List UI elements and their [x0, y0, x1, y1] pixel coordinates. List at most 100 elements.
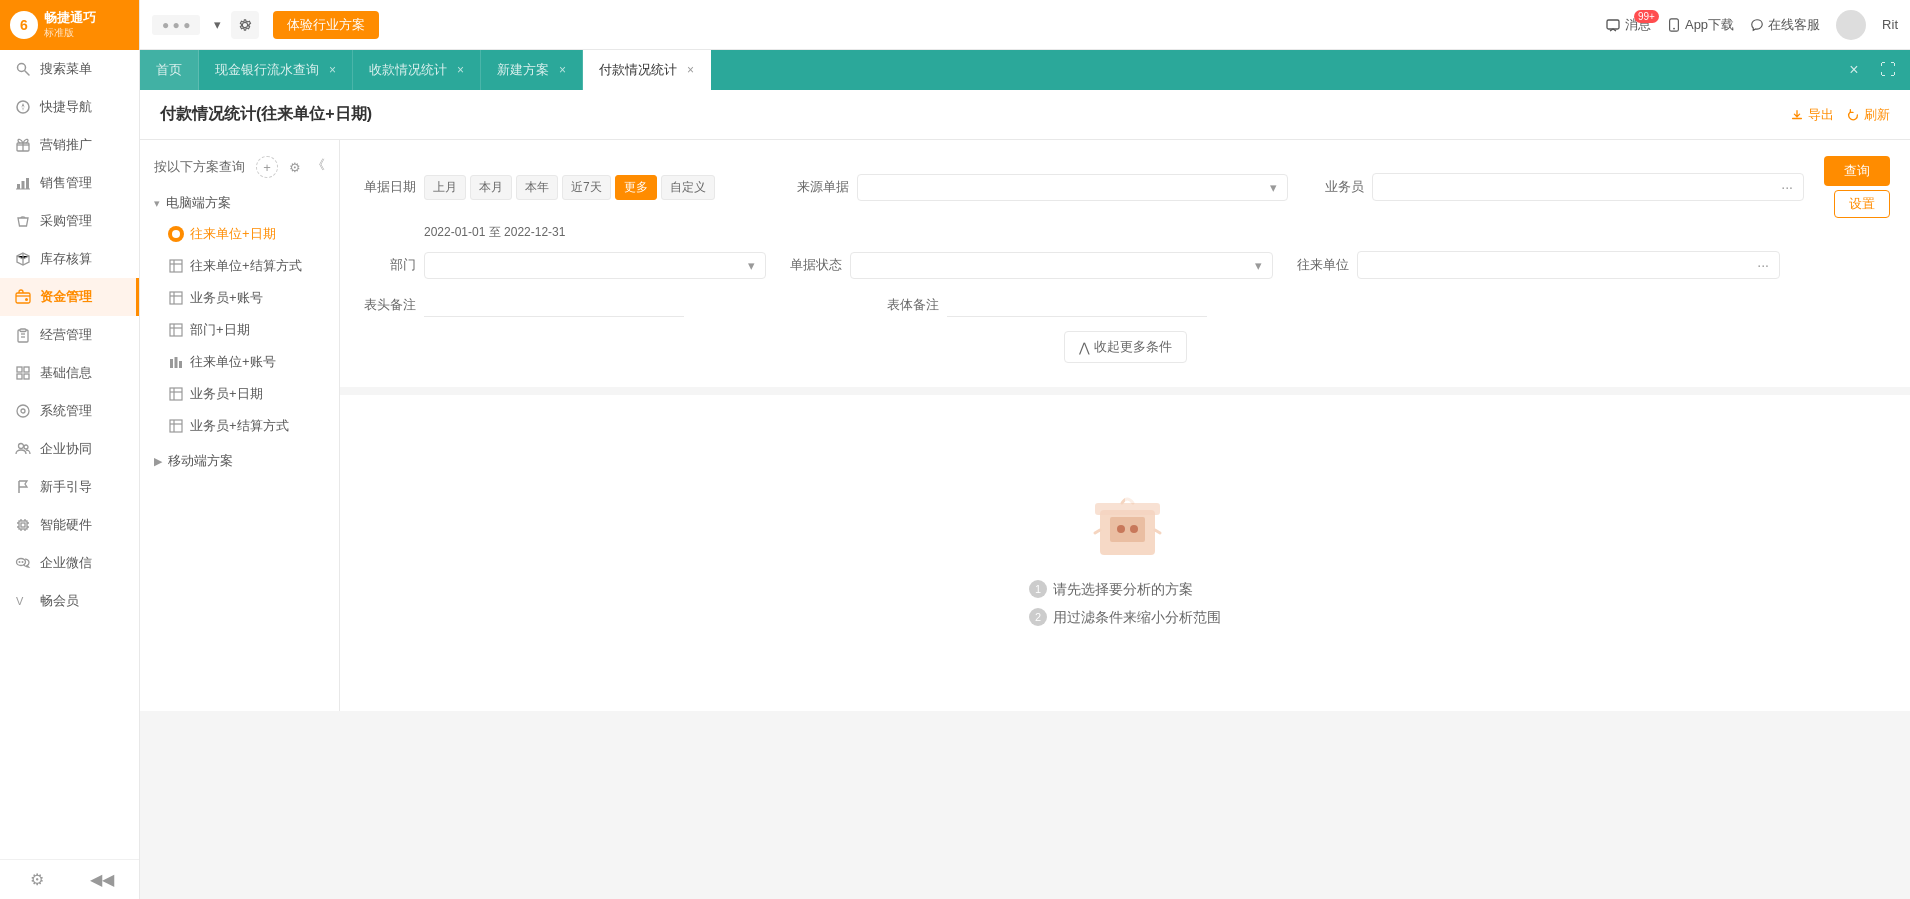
message-btn[interactable]: 消息 99+ [1605, 16, 1651, 34]
tab-expand-btn[interactable]: ⛶ [1874, 56, 1902, 84]
doc-status-field: 单据状态 ▾ [786, 252, 1273, 279]
tab-receipts[interactable]: 收款情况统计 × [353, 50, 481, 90]
tab-close-new-scheme[interactable]: × [559, 63, 566, 77]
collapse-conditions-btn[interactable]: ⋀ 收起更多条件 [1064, 331, 1187, 363]
svg-rect-21 [24, 374, 29, 379]
tab-close-payments[interactable]: × [687, 63, 694, 77]
source-doc-field: 来源单据 ▾ [793, 174, 1289, 201]
partner-select[interactable]: ··· [1357, 251, 1780, 279]
collapse-row: ⋀ 收起更多条件 [360, 331, 1890, 363]
users-icon [14, 440, 32, 458]
sidebar-collapse-btn[interactable]: ◀◀ [75, 870, 130, 889]
sidebar-item-inventory[interactable]: 库存核算 [0, 240, 139, 278]
sidebar-item-quicknav[interactable]: 快捷导航 [0, 88, 139, 126]
wallet-icon [14, 288, 32, 306]
staff-select[interactable]: ··· [1372, 173, 1804, 201]
svg-point-43 [1673, 27, 1675, 29]
sidebar-item-marketing[interactable]: 营销推广 [0, 126, 139, 164]
svg-rect-55 [179, 361, 182, 368]
svg-rect-12 [16, 293, 30, 303]
refresh-btn[interactable]: 刷新 [1846, 106, 1890, 124]
scheme-add-btn[interactable]: + [256, 156, 278, 178]
tab-bank-flow[interactable]: 现金银行流水查询 × [199, 50, 353, 90]
svg-point-0 [18, 64, 26, 72]
tab-payments[interactable]: 付款情况统计 × [583, 50, 711, 90]
date-label: 单据日期 [360, 178, 416, 196]
export-btn[interactable]: 导出 [1790, 106, 1834, 124]
online-service-btn[interactable]: 在线客服 [1750, 16, 1820, 34]
scheme-item-0[interactable]: 往来单位+日期 [140, 218, 339, 250]
sidebar-item-wechat[interactable]: 企业微信 [0, 544, 139, 582]
box-icon [14, 250, 32, 268]
scheme-collapse-btn[interactable]: 《 [312, 156, 325, 178]
svg-line-1 [25, 71, 29, 75]
setting-btn[interactable]: 设置 [1834, 190, 1890, 218]
sidebar-item-vip[interactable]: V 畅会员 [0, 582, 139, 620]
sidebar-item-sales[interactable]: 销售管理 [0, 164, 139, 202]
scheme-group-pc-header[interactable]: ▾ 电脑端方案 [140, 188, 339, 218]
tab-close-bank-flow[interactable]: × [329, 63, 336, 77]
tab-close-all-btn[interactable]: × [1840, 56, 1868, 84]
date-btn-custom[interactable]: 自定义 [661, 175, 715, 200]
sidebar-item-capital[interactable]: 资金管理 [0, 278, 139, 316]
scheme-settings-btn[interactable]: ⚙ [284, 156, 306, 178]
header-remark-input[interactable] [424, 293, 684, 317]
svg-text:V: V [16, 595, 24, 607]
source-doc-arrow: ▾ [1270, 180, 1277, 195]
query-btn[interactable]: 查询 [1824, 156, 1890, 186]
step-num-2: 2 [1029, 608, 1047, 626]
sidebar-nav: 搜索菜单 快捷导航 营销推广 销售管理 采购管理 [0, 50, 139, 859]
tab-bar: 首页 现金银行流水查询 × 收款情况统计 × 新建方案 × 付款情况统计 × ×… [140, 50, 1910, 90]
sidebar-item-enterprise[interactable]: 企业协同 [0, 430, 139, 468]
scheme-item-3[interactable]: 部门+日期 [140, 314, 339, 346]
source-doc-select[interactable]: ▾ [857, 174, 1289, 201]
scheme-group-arrow: ▾ [154, 197, 160, 210]
table-icon-3 [168, 322, 184, 338]
sidebar-item-search[interactable]: 搜索菜单 [0, 50, 139, 88]
tab-home[interactable]: 首页 [140, 50, 199, 90]
grid-icon [14, 364, 32, 382]
staff-dots[interactable]: ··· [1781, 179, 1793, 195]
cpu-icon [14, 516, 32, 534]
svg-rect-19 [24, 367, 29, 372]
content-area: 单据日期 上月 本月 本年 近7天 更多 自定义 来源单据 [340, 140, 1910, 711]
scheme-item-5[interactable]: 业务员+日期 [140, 378, 339, 410]
scheme-item-2[interactable]: 业务员+账号 [140, 282, 339, 314]
scheme-item-6[interactable]: 业务员+结算方式 [140, 410, 339, 442]
svg-point-24 [19, 444, 24, 449]
company-dropdown-btn[interactable]: ▾ [214, 17, 221, 32]
tab-close-receipts[interactable]: × [457, 63, 464, 77]
date-btn-this-month[interactable]: 本月 [470, 175, 512, 200]
gear-btn[interactable] [231, 11, 259, 39]
username[interactable]: Rit [1882, 17, 1898, 32]
partner-dots[interactable]: ··· [1757, 257, 1769, 273]
trial-btn[interactable]: 体验行业方案 [273, 11, 379, 39]
sidebar-settings-btn[interactable]: ⚙ [10, 870, 65, 889]
svg-rect-63 [1110, 517, 1145, 542]
svg-point-13 [25, 298, 28, 301]
app-download-btn[interactable]: App下载 [1667, 16, 1734, 34]
sidebar-item-beginner[interactable]: 新手引导 [0, 468, 139, 506]
sidebar-item-hardware[interactable]: 智能硬件 [0, 506, 139, 544]
body-remark-input[interactable] [947, 293, 1207, 317]
sidebar-item-operations[interactable]: 经营管理 [0, 316, 139, 354]
date-btn-this-year[interactable]: 本年 [516, 175, 558, 200]
scheme-group-mobile-header[interactable]: ▶ 移动端方案 [140, 446, 339, 476]
tab-new-scheme[interactable]: 新建方案 × [481, 50, 583, 90]
sidebar-item-basic-info[interactable]: 基础信息 [0, 354, 139, 392]
svg-rect-50 [170, 324, 182, 336]
sidebar-item-system[interactable]: 系统管理 [0, 392, 139, 430]
date-btn-last-7[interactable]: 近7天 [562, 175, 611, 200]
scheme-item-1[interactable]: 往来单位+结算方式 [140, 250, 339, 282]
scheme-item-4[interactable]: 往来单位+账号 [140, 346, 339, 378]
dept-select[interactable]: ▾ [424, 252, 766, 279]
date-btn-last-month[interactable]: 上月 [424, 175, 466, 200]
date-btn-more[interactable]: 更多 [615, 175, 657, 200]
svg-point-65 [1130, 525, 1138, 533]
sidebar-item-purchase[interactable]: 采购管理 [0, 202, 139, 240]
avatar[interactable] [1836, 10, 1866, 40]
sidebar: 6 畅捷通巧 标准版 搜索菜单 快捷导航 营销推广 [0, 0, 140, 899]
doc-status-select[interactable]: ▾ [850, 252, 1273, 279]
empty-step-2: 2 用过滤条件来缩小分析范围 [1029, 603, 1221, 631]
svg-rect-41 [1607, 20, 1619, 29]
